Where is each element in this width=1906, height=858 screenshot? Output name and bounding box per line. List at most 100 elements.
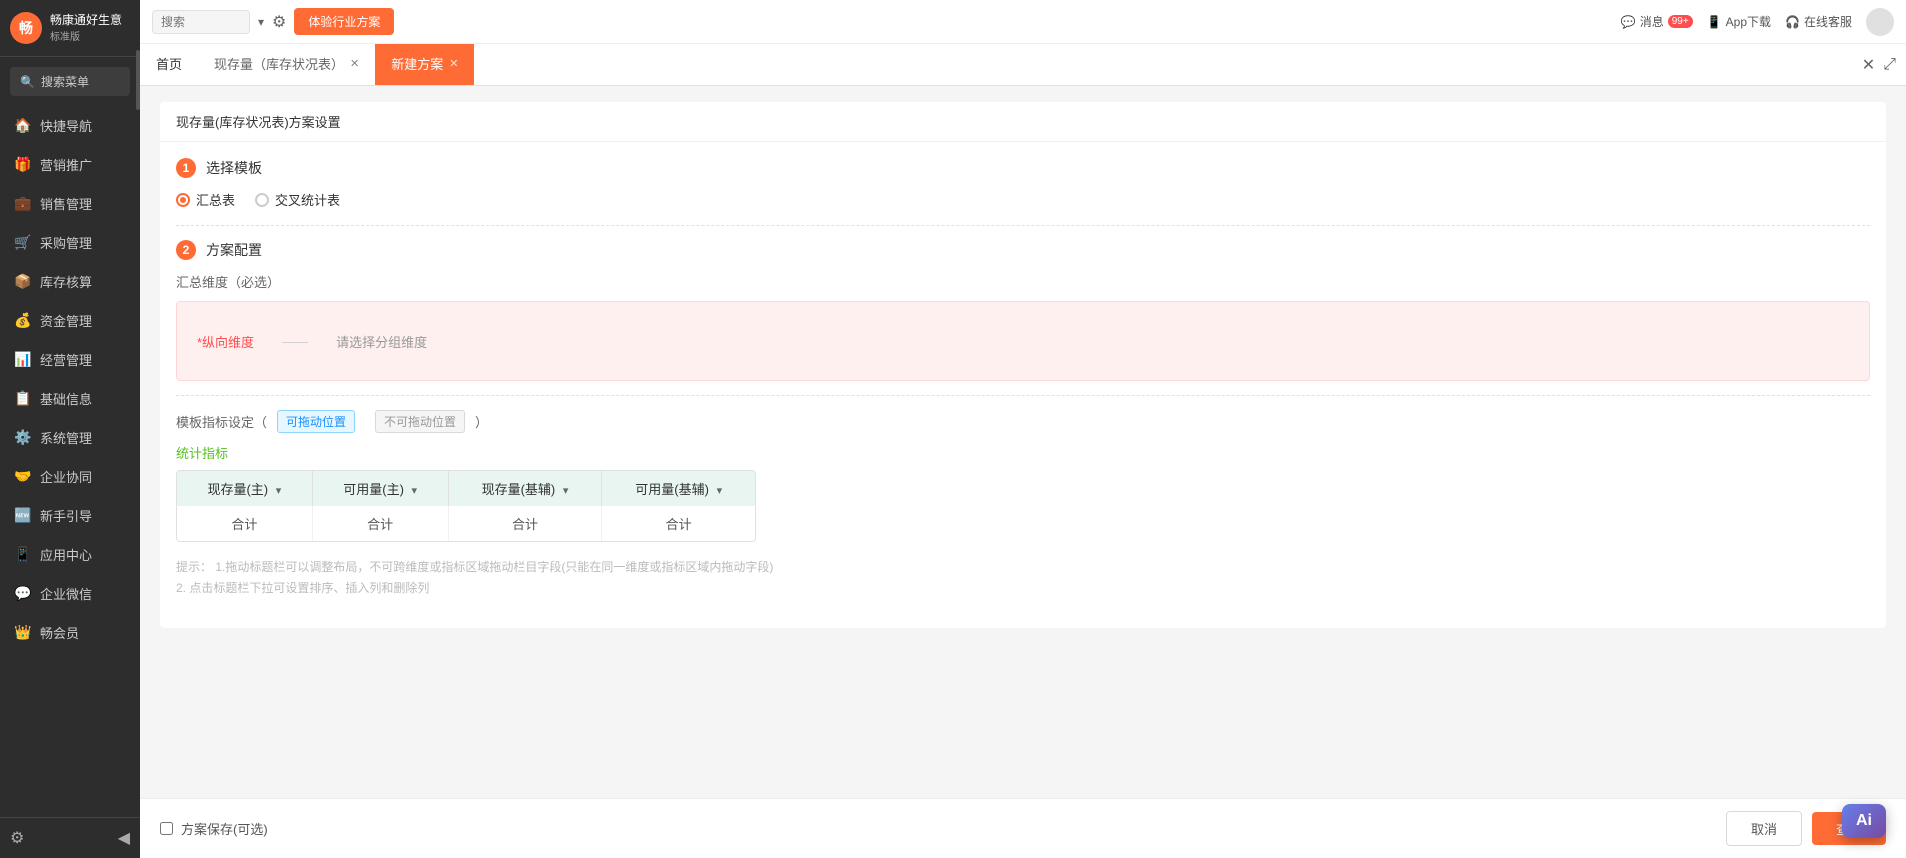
- radio-cross[interactable]: 交叉统计表: [255, 190, 340, 209]
- tabs-bar: 首页 现存量（库存状况表） ✕ 新建方案 ✕ ✕ ⤢: [140, 44, 1906, 86]
- headset-icon: 🎧: [1785, 15, 1800, 29]
- sidebar-search-area[interactable]: 🔍 搜索菜单: [0, 57, 140, 106]
- movable-badge: 可拖动位置: [277, 410, 355, 433]
- settings-panel: 现存量(库存状况表)方案设置 1 选择模板 汇总表: [160, 102, 1886, 628]
- tab-new-plan-label: 新建方案: [391, 54, 443, 73]
- sidebar-item-quick-nav[interactable]: 🏠 快捷导航: [0, 106, 140, 145]
- wechat-icon: 💬: [14, 585, 32, 603]
- stats-section: 统计指标 现存量(主) ▾: [176, 443, 1870, 542]
- step1-title: 选择模板: [206, 158, 262, 178]
- tab-home-label: 首页: [156, 54, 182, 73]
- sidebar-logo: 畅 畅康通好生意 标准版: [0, 0, 140, 57]
- cell-3: 合计: [602, 506, 755, 541]
- sidebar-item-wechat[interactable]: 💬 企业微信: [0, 574, 140, 613]
- app-download-btn[interactable]: 📱 App下载: [1707, 13, 1771, 30]
- col-header-3[interactable]: 可用量(基辅) ▾: [602, 471, 755, 506]
- sidebar-item-label: 基础信息: [40, 389, 92, 408]
- ai-badge[interactable]: Ai: [1842, 804, 1886, 838]
- app-center-icon: 📱: [14, 546, 32, 564]
- sidebar-item-basic-info[interactable]: 📋 基础信息: [0, 379, 140, 418]
- search-menu-label: 搜索菜单: [41, 73, 89, 90]
- sidebar-item-app-center[interactable]: 📱 应用中心: [0, 535, 140, 574]
- save-checkbox[interactable]: [160, 822, 173, 835]
- message-btn[interactable]: 💬 消息 99+: [1621, 13, 1693, 30]
- sidebar-item-marketing[interactable]: 🎁 营销推广: [0, 145, 140, 184]
- tab-new-plan-close[interactable]: ✕: [449, 57, 458, 70]
- sidebar-item-operations[interactable]: 📊 经营管理: [0, 340, 140, 379]
- search-input[interactable]: [161, 15, 241, 29]
- sidebar-item-member[interactable]: 👑 畅会员: [0, 613, 140, 652]
- online-service-label: 在线客服: [1804, 13, 1852, 30]
- radio-summary-dot: [180, 197, 186, 203]
- sidebar-item-label: 企业微信: [40, 584, 92, 603]
- col-dropdown-1[interactable]: ▾: [412, 485, 418, 497]
- message-icon: 💬: [1621, 15, 1636, 29]
- topbar-right: 💬 消息 99+ 📱 App下载 🎧 在线客服: [1621, 8, 1894, 36]
- radio-summary[interactable]: 汇总表: [176, 190, 235, 209]
- tab-home[interactable]: 首页: [140, 44, 198, 85]
- dim-required-mark: *纵向维度: [197, 332, 254, 351]
- sidebar-item-label: 应用中心: [40, 545, 92, 564]
- col-dropdown-3[interactable]: ▾: [717, 485, 723, 497]
- sidebar-footer: ⚙ ◀: [0, 817, 140, 858]
- cooperation-icon: 🤝: [14, 468, 32, 486]
- tab-inventory-label: 现存量（库存状况表）: [214, 54, 344, 73]
- search-menu-btn[interactable]: 🔍 搜索菜单: [10, 67, 130, 96]
- radio-cross-label: 交叉统计表: [275, 190, 340, 209]
- online-service-btn[interactable]: 🎧 在线客服: [1785, 13, 1852, 30]
- tip-1: 提示： 1.拖动标题栏可以调整布局，不可跨维度或指标区域拖动栏目字段(只能在同一…: [176, 558, 1870, 575]
- main-content: ▾ ⚙ 体验行业方案 💬 消息 99+ 📱 App下载 🎧 在线客服 首页: [140, 0, 1906, 858]
- dropdown-btn[interactable]: ▾: [258, 15, 264, 29]
- step2-title: 方案配置: [206, 240, 262, 260]
- sidebar-item-label: 企业协同: [40, 467, 92, 486]
- dimension-box: *纵向维度 —— 请选择分组维度: [176, 301, 1870, 381]
- sidebar-item-label: 快捷导航: [40, 116, 92, 135]
- section-divider-1: [176, 225, 1870, 226]
- col-header-1[interactable]: 可用量(主) ▾: [312, 471, 448, 506]
- collapse-icon[interactable]: ◀: [118, 828, 130, 848]
- tab-inventory-close[interactable]: ✕: [350, 57, 359, 70]
- close-tab-btn[interactable]: ✕: [1862, 55, 1875, 75]
- sidebar-item-new-guide[interactable]: 🆕 新手引导: [0, 496, 140, 535]
- indicators-prefix: 模板指标设定（: [176, 412, 267, 431]
- sidebar-item-inventory[interactable]: 📦 库存核算: [0, 262, 140, 301]
- radio-summary-label: 汇总表: [196, 190, 235, 209]
- sidebar-item-finance[interactable]: 💰 资金管理: [0, 301, 140, 340]
- sidebar: 畅 畅康通好生意 标准版 🔍 搜索菜单 🏠 快捷导航 🎁 营销推广 💼 销售管理…: [0, 0, 140, 858]
- sidebar-item-purchase[interactable]: 🛒 采购管理: [0, 223, 140, 262]
- logo-icon: 畅: [10, 12, 42, 44]
- tab-inventory-status[interactable]: 现存量（库存状况表） ✕: [198, 44, 375, 85]
- indicators-label: 模板指标设定（ 可拖动位置 不可拖动位置 ）: [176, 410, 1870, 433]
- step1-badge: 1: [176, 158, 196, 178]
- search-bar[interactable]: [152, 10, 250, 34]
- trial-btn[interactable]: 体验行业方案: [294, 8, 394, 35]
- sidebar-item-sales[interactable]: 💼 销售管理: [0, 184, 140, 223]
- settings-btn[interactable]: ⚙: [272, 12, 286, 32]
- cancel-button[interactable]: 取消: [1726, 811, 1802, 846]
- sidebar-item-system[interactable]: ⚙️ 系统管理: [0, 418, 140, 457]
- sidebar-scrollbar: [136, 50, 140, 110]
- sidebar-item-cooperation[interactable]: 🤝 企业协同: [0, 457, 140, 496]
- settings-icon[interactable]: ⚙: [10, 828, 24, 848]
- panel-body: 1 选择模板 汇总表 交叉统计表: [160, 142, 1886, 628]
- tab-new-plan[interactable]: 新建方案 ✕: [375, 44, 474, 85]
- immovable-badge: 不可拖动位置: [375, 410, 465, 433]
- sidebar-item-label: 经营管理: [40, 350, 92, 369]
- col-label-1: 可用量(主): [343, 482, 404, 497]
- save-option-label: 方案保存(可选): [181, 819, 268, 838]
- user-avatar[interactable]: [1866, 8, 1894, 36]
- cell-1: 合计: [312, 506, 448, 541]
- tabs-actions: ✕ ⤢: [1852, 55, 1906, 75]
- cell-2: 合计: [448, 506, 602, 541]
- inventory-icon: 📦: [14, 273, 32, 291]
- template-radio-group: 汇总表 交叉统计表: [176, 190, 1870, 209]
- sidebar-item-label: 采购管理: [40, 233, 92, 252]
- col-header-0[interactable]: 现存量(主) ▾: [177, 471, 312, 506]
- col-dropdown-2[interactable]: ▾: [563, 485, 569, 497]
- table-data-row: 合计 合计 合计 合计: [177, 506, 755, 541]
- save-option[interactable]: 方案保存(可选): [160, 819, 268, 838]
- dim-select-hint[interactable]: 请选择分组维度: [336, 332, 427, 351]
- col-dropdown-0[interactable]: ▾: [276, 485, 282, 497]
- col-header-2[interactable]: 现存量(基辅) ▾: [448, 471, 602, 506]
- expand-tab-btn[interactable]: ⤢: [1883, 56, 1896, 74]
